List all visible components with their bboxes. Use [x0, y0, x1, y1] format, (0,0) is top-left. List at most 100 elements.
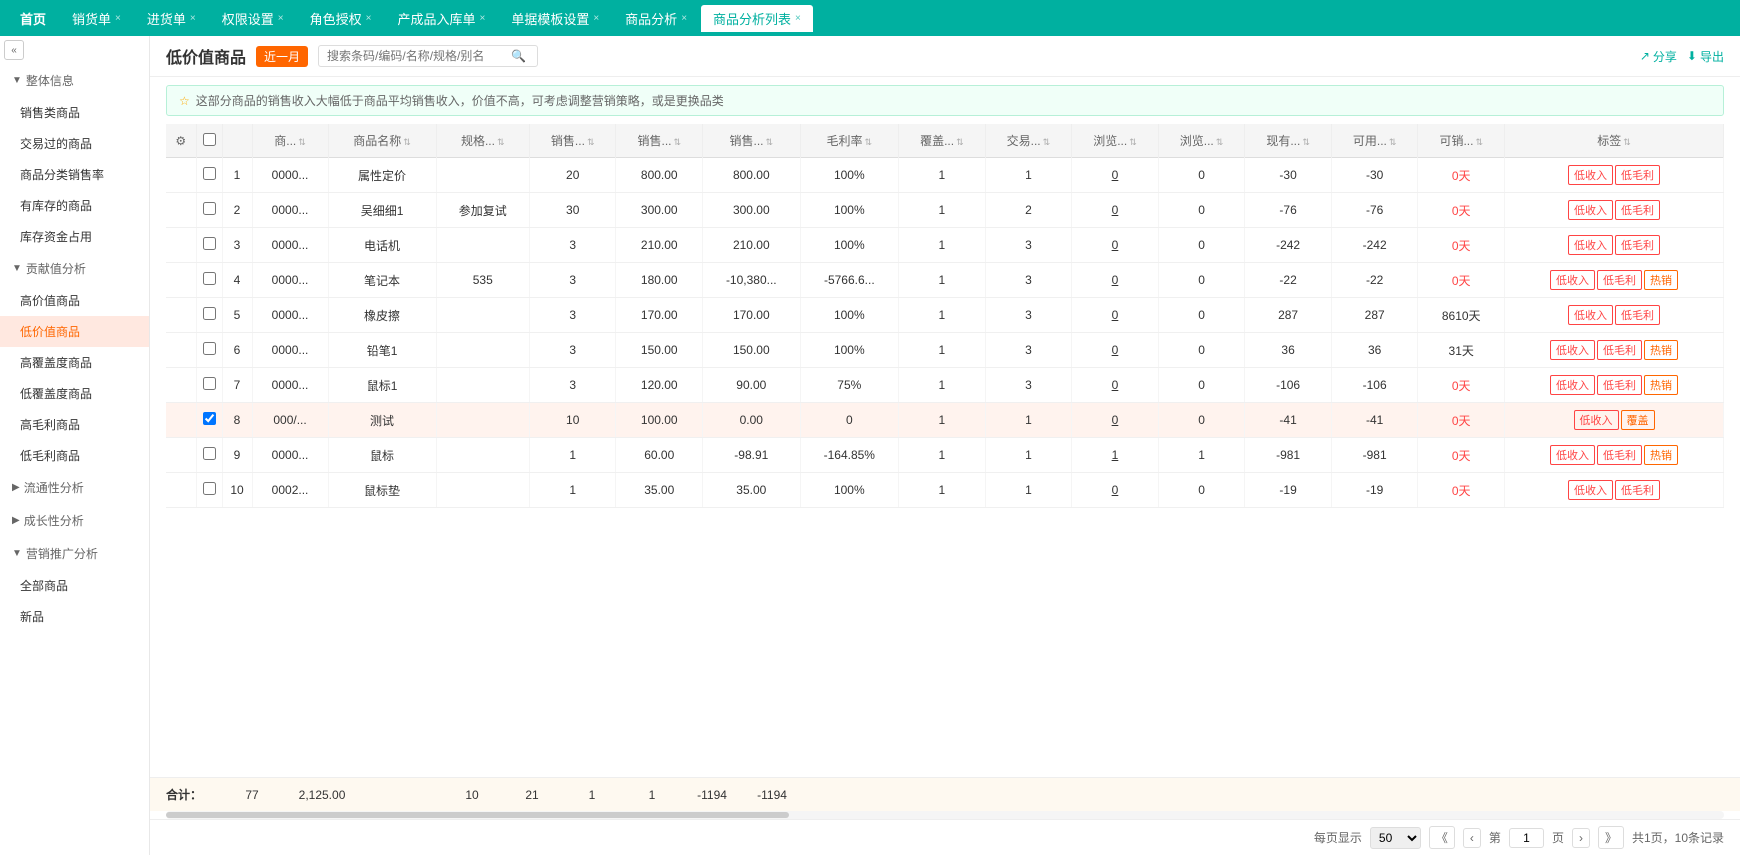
- nav-template-setting[interactable]: 单据模板设置 ×: [499, 5, 611, 32]
- col-sales-amount[interactable]: 销售...⇅: [616, 124, 703, 158]
- row-browse1[interactable]: 1: [1072, 438, 1159, 473]
- nav-purchase-order[interactable]: 进货单 ×: [135, 5, 208, 32]
- col-available[interactable]: 可用...⇅: [1331, 124, 1418, 158]
- row-spec: [436, 473, 529, 508]
- page-number-input[interactable]: [1509, 828, 1544, 848]
- horizontal-scrollbar[interactable]: [166, 811, 1724, 819]
- close-icon[interactable]: ×: [795, 13, 801, 24]
- row-checkbox[interactable]: [203, 237, 216, 250]
- row-browse1[interactable]: 0: [1072, 473, 1159, 508]
- sidebar-item-all-goods[interactable]: 全部商品: [0, 570, 149, 601]
- row-checkbox-cell[interactable]: [196, 298, 222, 333]
- sidebar-item-low-margin[interactable]: 低毛利商品: [0, 440, 149, 471]
- col-browse1[interactable]: 浏览...⇅: [1072, 124, 1159, 158]
- col-label[interactable]: 标签⇅: [1505, 124, 1724, 158]
- sidebar-item-new-goods[interactable]: 新品: [0, 601, 149, 632]
- col-trade[interactable]: 交易...⇅: [985, 124, 1072, 158]
- col-name[interactable]: 商品名称⇅: [328, 124, 436, 158]
- row-browse1[interactable]: 0: [1072, 263, 1159, 298]
- share-btn[interactable]: ↗ 分享: [1640, 48, 1677, 65]
- sidebar-item-high-margin[interactable]: 高毛利商品: [0, 409, 149, 440]
- col-spec[interactable]: 规格...⇅: [436, 124, 529, 158]
- last-page-btn[interactable]: 》: [1598, 826, 1624, 849]
- sidebar-item-high-coverage[interactable]: 高覆盖度商品: [0, 347, 149, 378]
- scrollbar-thumb[interactable]: [166, 812, 789, 818]
- row-checkbox-cell[interactable]: [196, 473, 222, 508]
- row-checkbox[interactable]: [203, 307, 216, 320]
- sidebar-item-traded-goods[interactable]: 交易过的商品: [0, 128, 149, 159]
- close-icon[interactable]: ×: [366, 13, 372, 24]
- nav-product-analysis-list[interactable]: 商品分析列表 ×: [701, 5, 813, 32]
- row-checkbox-cell[interactable]: [196, 368, 222, 403]
- row-checkbox-cell[interactable]: [196, 263, 222, 298]
- row-checkbox[interactable]: [203, 447, 216, 460]
- sidebar-item-low-value[interactable]: 低价值商品: [0, 316, 149, 347]
- row-browse1[interactable]: 0: [1072, 403, 1159, 438]
- col-sellable[interactable]: 可销...⇅: [1418, 124, 1505, 158]
- row-checkbox[interactable]: [203, 342, 216, 355]
- nav-sales-order[interactable]: 销货单 ×: [60, 5, 133, 32]
- col-coverage[interactable]: 覆盖...⇅: [899, 124, 986, 158]
- nav-product-instock[interactable]: 产成品入库单 ×: [385, 5, 497, 32]
- close-icon[interactable]: ×: [593, 13, 599, 24]
- row-checkbox[interactable]: [203, 482, 216, 495]
- sidebar-item-stock-capital[interactable]: 库存资金占用: [0, 221, 149, 252]
- close-icon[interactable]: ×: [190, 13, 196, 24]
- row-browse1[interactable]: 0: [1072, 228, 1159, 263]
- row-checkbox[interactable]: [203, 202, 216, 215]
- row-checkbox[interactable]: [203, 167, 216, 180]
- row-checkbox[interactable]: [203, 377, 216, 390]
- sidebar-item-sales-goods[interactable]: 销售类商品: [0, 97, 149, 128]
- row-browse1[interactable]: 0: [1072, 298, 1159, 333]
- col-gross-rate[interactable]: 毛利率⇅: [800, 124, 899, 158]
- sidebar-collapse-btn[interactable]: «: [4, 40, 24, 60]
- first-page-btn[interactable]: 《: [1429, 826, 1455, 849]
- sidebar-group-marketing[interactable]: ▼ 营销推广分析: [0, 537, 149, 570]
- col-current-stock[interactable]: 现有...⇅: [1245, 124, 1332, 158]
- col-settings[interactable]: ⚙: [166, 124, 196, 158]
- close-icon[interactable]: ×: [278, 13, 284, 24]
- row-checkbox-cell[interactable]: [196, 438, 222, 473]
- select-all-checkbox[interactable]: [203, 133, 216, 146]
- nav-home[interactable]: 首页: [8, 5, 58, 32]
- close-icon[interactable]: ×: [115, 13, 121, 24]
- nav-role-auth[interactable]: 角色授权 ×: [298, 5, 384, 32]
- sidebar-group-contribution[interactable]: ▼ 贡献值分析: [0, 252, 149, 285]
- sidebar-group-growth[interactable]: ▶ 成长性分析: [0, 504, 149, 537]
- row-checkbox-cell[interactable]: [196, 193, 222, 228]
- row-checkbox-cell[interactable]: [196, 333, 222, 368]
- close-icon[interactable]: ×: [479, 13, 485, 24]
- close-icon[interactable]: ×: [681, 13, 687, 24]
- sidebar-group-circulation[interactable]: ▶ 流通性分析: [0, 471, 149, 504]
- row-browse1[interactable]: 0: [1072, 158, 1159, 193]
- time-filter-btn[interactable]: 近一月: [256, 46, 308, 67]
- col-sales-price[interactable]: 销售...⇅: [703, 124, 801, 158]
- col-sales-qty[interactable]: 销售...⇅: [529, 124, 616, 158]
- row-checkbox[interactable]: [203, 272, 216, 285]
- search-icon[interactable]: 🔍: [511, 49, 526, 63]
- prev-page-btn[interactable]: ‹: [1463, 828, 1481, 848]
- col-checkbox[interactable]: [196, 124, 222, 158]
- sidebar-item-category-sales[interactable]: 商品分类销售率: [0, 159, 149, 190]
- page-size-select[interactable]: 50 100 200: [1370, 827, 1421, 849]
- search-input[interactable]: [327, 49, 507, 63]
- row-browse1[interactable]: 0: [1072, 368, 1159, 403]
- sidebar-item-low-coverage[interactable]: 低覆盖度商品: [0, 378, 149, 409]
- tag-label: 低毛利: [1615, 165, 1660, 185]
- settings-icon[interactable]: ⚙: [175, 134, 186, 148]
- row-browse1[interactable]: 0: [1072, 193, 1159, 228]
- sidebar-group-overall[interactable]: ▼ 整体信息: [0, 64, 149, 97]
- row-checkbox-cell[interactable]: [196, 228, 222, 263]
- nav-permission[interactable]: 权限设置 ×: [210, 5, 296, 32]
- sidebar-item-high-value[interactable]: 高价值商品: [0, 285, 149, 316]
- nav-product-analysis[interactable]: 商品分析 ×: [613, 5, 699, 32]
- next-page-btn[interactable]: ›: [1572, 828, 1590, 848]
- row-browse1[interactable]: 0: [1072, 333, 1159, 368]
- col-browse2[interactable]: 浏览...⇅: [1158, 124, 1245, 158]
- sidebar-item-in-stock[interactable]: 有库存的商品: [0, 190, 149, 221]
- row-checkbox-cell[interactable]: [196, 158, 222, 193]
- row-checkbox[interactable]: [203, 412, 216, 425]
- row-checkbox-cell[interactable]: [196, 403, 222, 438]
- export-btn[interactable]: ⬇ 导出: [1687, 48, 1724, 65]
- col-code[interactable]: 商...⇅: [252, 124, 328, 158]
